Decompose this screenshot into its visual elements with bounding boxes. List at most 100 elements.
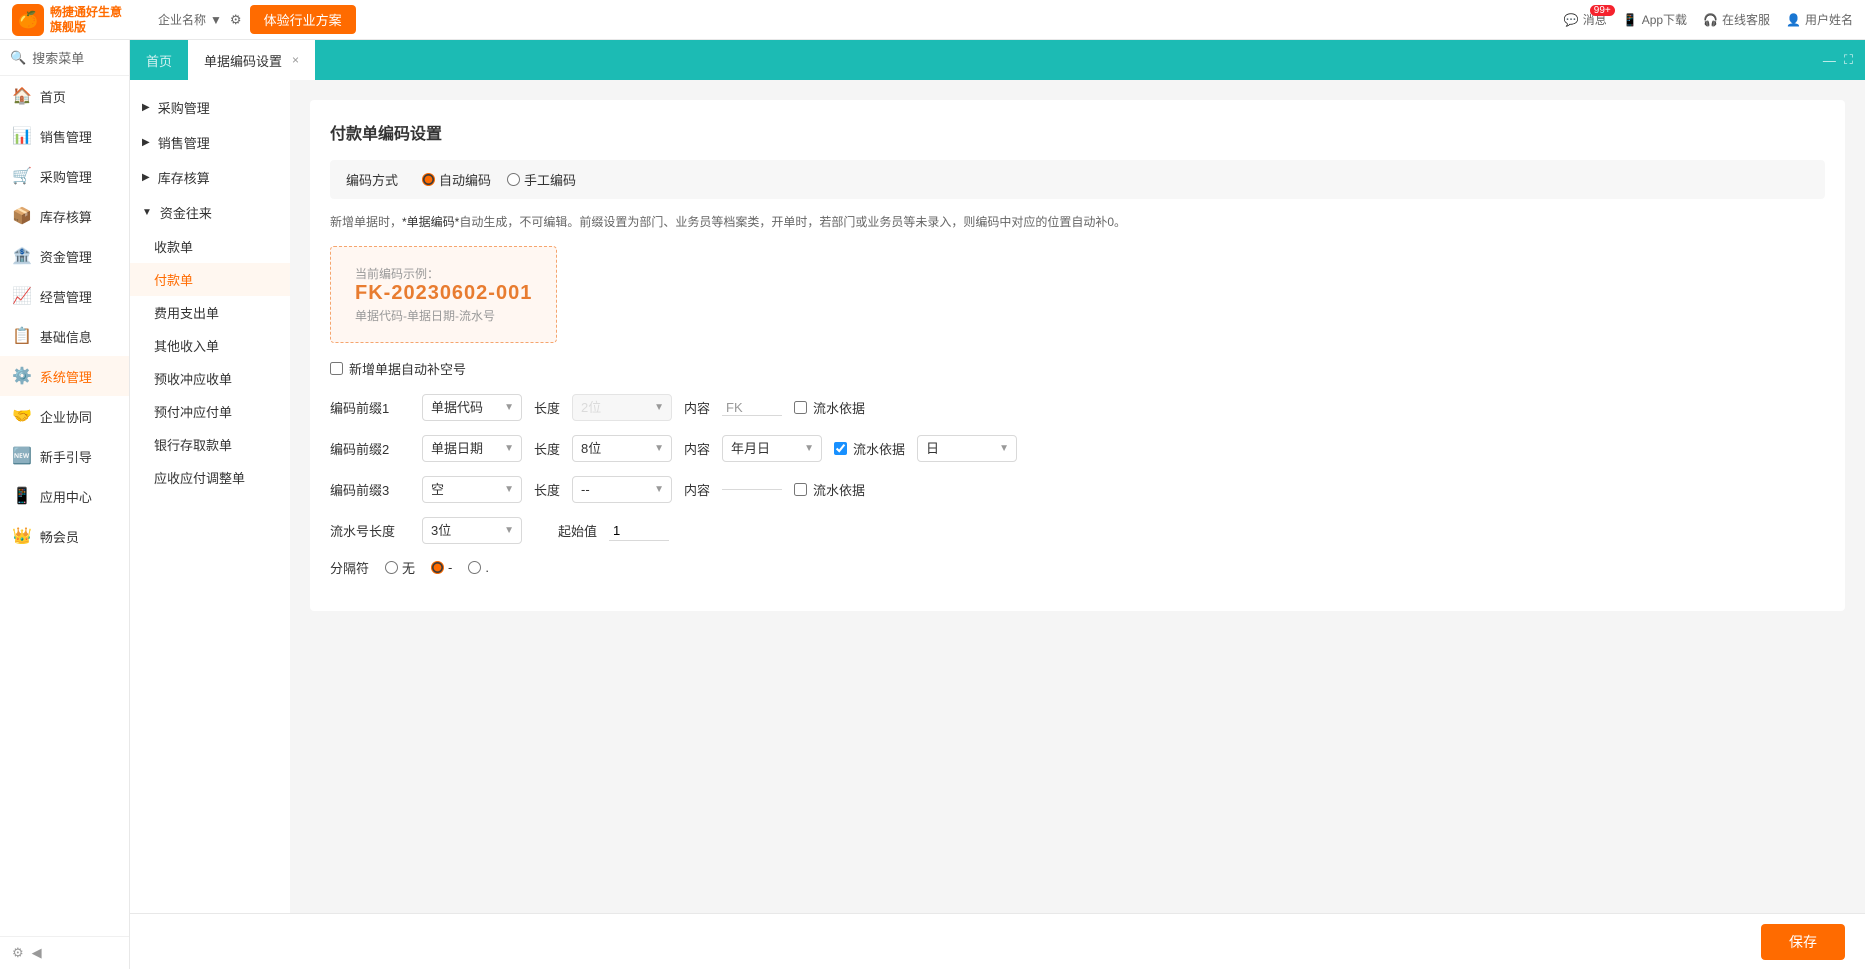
- prefix1-content-label: 内容: [684, 398, 710, 417]
- prefix2-content-wrapper: 年月日 年月 年: [722, 435, 822, 462]
- prefix2-length-wrapper: 8位 6位 4位: [572, 435, 672, 462]
- sub-sidebar-sales-title[interactable]: ▶ 销售管理: [130, 125, 290, 160]
- company-dropdown[interactable]: 企业名称 ▼: [158, 11, 222, 28]
- message-btn[interactable]: 💬 消息 99+: [1564, 11, 1607, 28]
- sidebar-item-sales[interactable]: 📊 销售管理: [0, 116, 129, 156]
- prefix1-waterflow-label: 流水依据: [813, 398, 865, 417]
- serial-length-select[interactable]: 3位 4位 5位: [422, 517, 522, 544]
- sub-sidebar-other-income[interactable]: 其他收入单: [130, 329, 290, 362]
- sub-sidebar-prepay-pay[interactable]: 预付冲应付单: [130, 395, 290, 428]
- app-download-label: App下载: [1642, 11, 1687, 28]
- prefix3-content-label: 内容: [684, 480, 710, 499]
- topbar: 🍊 畅捷通好生意 旗舰版 企业名称 ▼ ⚙ 体验行业方案 💬 消息 99+ 📱 …: [0, 0, 1865, 40]
- member-icon: 👑: [12, 526, 32, 546]
- prefix2-period-select[interactable]: 日 月 年: [917, 435, 1017, 462]
- online-service-btn[interactable]: 🎧 在线客服: [1703, 11, 1770, 28]
- avatar: 👤: [1786, 13, 1801, 27]
- sub-sidebar-capital-title[interactable]: ▼ 资金往来: [130, 195, 290, 230]
- separator-none[interactable]: 无: [385, 558, 415, 577]
- sidebar-item-system[interactable]: ⚙️ 系统管理: [0, 356, 129, 396]
- tabbar-actions: — ⛶: [1811, 52, 1865, 68]
- minimize-icon[interactable]: —: [1823, 53, 1836, 68]
- sub-sidebar-payment[interactable]: 付款单: [130, 263, 290, 296]
- prefix1-row: 编码前缀1 单据代码 部门 业务员 长度 2位: [330, 394, 1825, 421]
- sub-sidebar-purchase-label: 采购管理: [158, 98, 210, 117]
- sidebar-item-member[interactable]: 👑 畅会员: [0, 516, 129, 556]
- prefix3-length-wrapper: --: [572, 476, 672, 503]
- coding-radio-group: 自动编码 手工编码: [422, 170, 576, 189]
- sidebar-item-inventory[interactable]: 📦 库存核算: [0, 196, 129, 236]
- sidebar-item-label: 系统管理: [40, 367, 92, 386]
- manual-coding-radio[interactable]: 手工编码: [507, 170, 576, 189]
- separator-row: 分隔符 无 - .: [330, 558, 1825, 577]
- sub-sidebar-prepay-recv[interactable]: 预收冲应收单: [130, 362, 290, 395]
- sidebar-item-basic[interactable]: 📋 基础信息: [0, 316, 129, 356]
- prefix2-label: 编码前缀2: [330, 439, 410, 458]
- topbar-right: 💬 消息 99+ 📱 App下载 🎧 在线客服 👤 用户姓名: [1564, 11, 1853, 28]
- tabbar: 首页 单据编码设置 × — ⛶: [130, 40, 1865, 80]
- app-download-btn[interactable]: 📱 App下载: [1623, 11, 1687, 28]
- experience-btn[interactable]: 体验行业方案: [250, 5, 356, 34]
- sub-sidebar-inventory-title[interactable]: ▶ 库存核算: [130, 160, 290, 195]
- tab-home[interactable]: 首页: [130, 40, 188, 80]
- finance-icon: 🏦: [12, 246, 32, 266]
- sidebar-item-home[interactable]: 🏠 首页: [0, 76, 129, 116]
- prefix2-select-wrapper: 单据日期 部门: [422, 435, 522, 462]
- tab-encoding[interactable]: 单据编码设置 ×: [188, 40, 315, 80]
- prefix1-length-select[interactable]: 2位: [572, 394, 672, 421]
- separator-dash[interactable]: -: [431, 560, 452, 575]
- guide-icon: 🆕: [12, 446, 32, 466]
- sub-sidebar-expense[interactable]: 费用支出单: [130, 296, 290, 329]
- sidebar-settings-icon[interactable]: ⚙: [12, 945, 24, 961]
- prefix1-waterflow-check[interactable]: [794, 401, 807, 414]
- preview-label: 当前编码示例：: [355, 265, 532, 282]
- sidebar: 🔍 搜索菜单 🏠 首页 📊 销售管理 🛒 采购管理 📦 库存核算 🏦 资金管理 …: [0, 40, 130, 969]
- prefix3-length-select[interactable]: --: [572, 476, 672, 503]
- prefix2-select[interactable]: 单据日期 部门: [422, 435, 522, 462]
- sub-sidebar-receipt[interactable]: 收款单: [130, 230, 290, 263]
- sidebar-item-finance[interactable]: 🏦 资金管理: [0, 236, 129, 276]
- sub-sidebar-group-purchase: ▶ 采购管理: [130, 90, 290, 125]
- auto-coding-radio[interactable]: 自动编码: [422, 170, 491, 189]
- inner-layout: ▶ 采购管理 ▶ 销售管理 ▶ 库存核算: [130, 80, 1865, 913]
- sidebar-item-appstore[interactable]: 📱 应用中心: [0, 476, 129, 516]
- auto-coding-label: 自动编码: [439, 170, 491, 189]
- sidebar-collapse-icon[interactable]: ◀: [32, 945, 42, 961]
- save-button[interactable]: 保存: [1761, 924, 1845, 960]
- separator-dot[interactable]: .: [468, 560, 489, 575]
- chevron-down-icon: ▼: [210, 13, 222, 27]
- prefix3-select[interactable]: 空 部门 业务员: [422, 476, 522, 503]
- prefix2-waterflow-check[interactable]: [834, 442, 847, 455]
- operation-icon: 📈: [12, 286, 32, 306]
- tab-close-icon[interactable]: ×: [292, 53, 299, 67]
- search-icon: 🔍: [10, 50, 26, 66]
- sub-sidebar-receivable-adjust[interactable]: 应收应付调整单: [130, 461, 290, 494]
- prefix3-waterflow-check[interactable]: [794, 483, 807, 496]
- prefix3-row: 编码前缀3 空 部门 业务员 长度 --: [330, 476, 1825, 503]
- sub-sidebar-capital-label: 资金往来: [160, 203, 212, 222]
- sidebar-item-purchase[interactable]: 🛒 采购管理: [0, 156, 129, 196]
- sub-sidebar-sales-label: 销售管理: [158, 133, 210, 152]
- user-info[interactable]: 👤 用户姓名: [1786, 11, 1853, 28]
- settings-icon[interactable]: ⚙: [230, 12, 242, 28]
- main-panel: 付款单编码设置 编码方式 自动编码 手工编码: [290, 80, 1865, 913]
- tab-home-label: 首页: [146, 51, 172, 70]
- info-text: 新增单据时，*单据编码*自动生成，不可编辑。前缀设置为部门、业务员等档案类，开单…: [330, 213, 1825, 232]
- sub-sidebar-purchase-title[interactable]: ▶ 采购管理: [130, 90, 290, 125]
- chevron-right-icon: ▶: [142, 102, 150, 113]
- sidebar-item-label: 新手引导: [40, 447, 92, 466]
- sub-sidebar-bank[interactable]: 银行存取款单: [130, 428, 290, 461]
- sub-sidebar-group-capital: ▼ 资金往来 收款单 付款单 费用支出单 其他收入单 预收冲应收单 预付冲应付单…: [130, 195, 290, 494]
- sidebar-item-guide[interactable]: 🆕 新手引导: [0, 436, 129, 476]
- prefix1-select[interactable]: 单据代码 部门 业务员: [422, 394, 522, 421]
- auto-fill-checkbox[interactable]: [330, 362, 343, 375]
- prefix2-content-select[interactable]: 年月日 年月 年: [722, 435, 822, 462]
- sidebar-item-operation[interactable]: 📈 经营管理: [0, 276, 129, 316]
- sidebar-item-label: 首页: [40, 87, 66, 106]
- maximize-icon[interactable]: ⛶: [1844, 52, 1853, 68]
- search-menu-btn[interactable]: 🔍 搜索菜单: [0, 40, 129, 76]
- sidebar-item-enterprise[interactable]: 🤝 企业协同: [0, 396, 129, 436]
- prefix2-length-select[interactable]: 8位 6位 4位: [572, 435, 672, 462]
- start-value-input[interactable]: [609, 521, 669, 541]
- prefix3-waterflow: 流水依据: [794, 480, 865, 499]
